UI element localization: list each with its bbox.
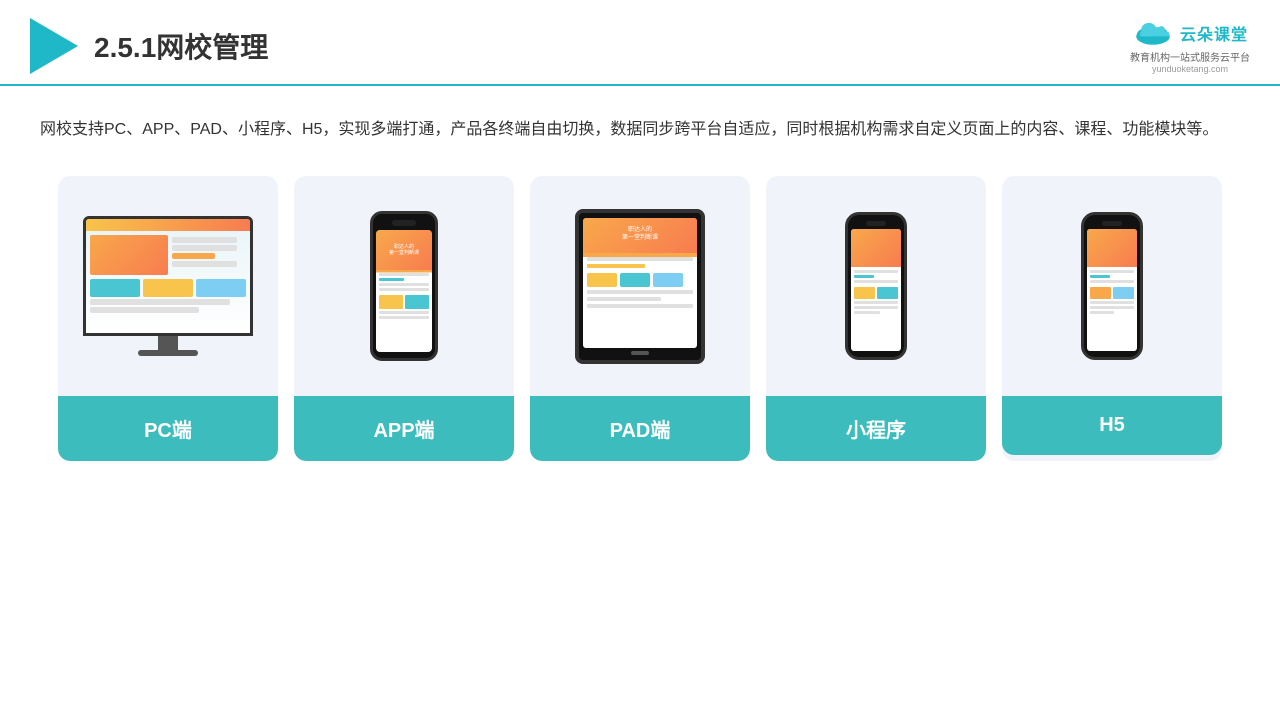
description-text: 网校支持PC、APP、PAD、小程序、H5，实现多端打通，产品各终端自由切换，数… [40,114,1240,146]
card-pc-image [58,176,278,396]
card-h5-label: H5 [1002,396,1222,455]
card-miniprogram: 小程序 [766,176,986,461]
tablet-icon: 职达人的第一堂判断课 [575,209,705,364]
card-pad-label: PAD端 [530,396,750,461]
card-app: 职达人的第一堂判断课 [294,176,514,461]
brand-section: 云朵课堂 教育机构一站式服务云平台 yunduoketang.com [1130,19,1250,74]
brand-logo: 云朵课堂 [1132,19,1248,47]
card-miniprogram-image [766,176,986,396]
phone-icon: 职达人的第一堂判断课 [370,211,438,361]
header-left: 2.5.1网校管理 [30,18,268,74]
main-content: 网校支持PC、APP、PAD、小程序、H5，实现多端打通，产品各终端自由切换，数… [0,86,1280,481]
card-app-image: 职达人的第一堂判断课 [294,176,514,396]
card-h5: H5 [1002,176,1222,461]
card-pc-label: PC端 [58,396,278,461]
card-app-label: APP端 [294,396,514,461]
logo-triangle-icon [30,18,78,74]
cloud-icon [1132,19,1174,47]
card-pc: PC端 [58,176,278,461]
h5phone-icon [1081,212,1143,360]
platform-cards: PC端 职达人的第一堂判断课 [40,176,1240,461]
header: 2.5.1网校管理 云朵课堂 教育机构一站式服务云平台 yunduoketang… [0,0,1280,86]
brand-url: yunduoketang.com [1152,64,1228,74]
card-miniprogram-label: 小程序 [766,396,986,461]
page-title: 2.5.1网校管理 [94,26,268,66]
brand-name: 云朵课堂 [1180,21,1248,45]
brand-slogan: 教育机构一站式服务云平台 [1130,49,1250,64]
pc-monitor-icon [83,216,253,356]
card-h5-image [1002,176,1222,396]
card-pad-image: 职达人的第一堂判断课 [530,176,750,396]
miniphone-icon [845,212,907,360]
card-pad: 职达人的第一堂判断课 [530,176,750,461]
